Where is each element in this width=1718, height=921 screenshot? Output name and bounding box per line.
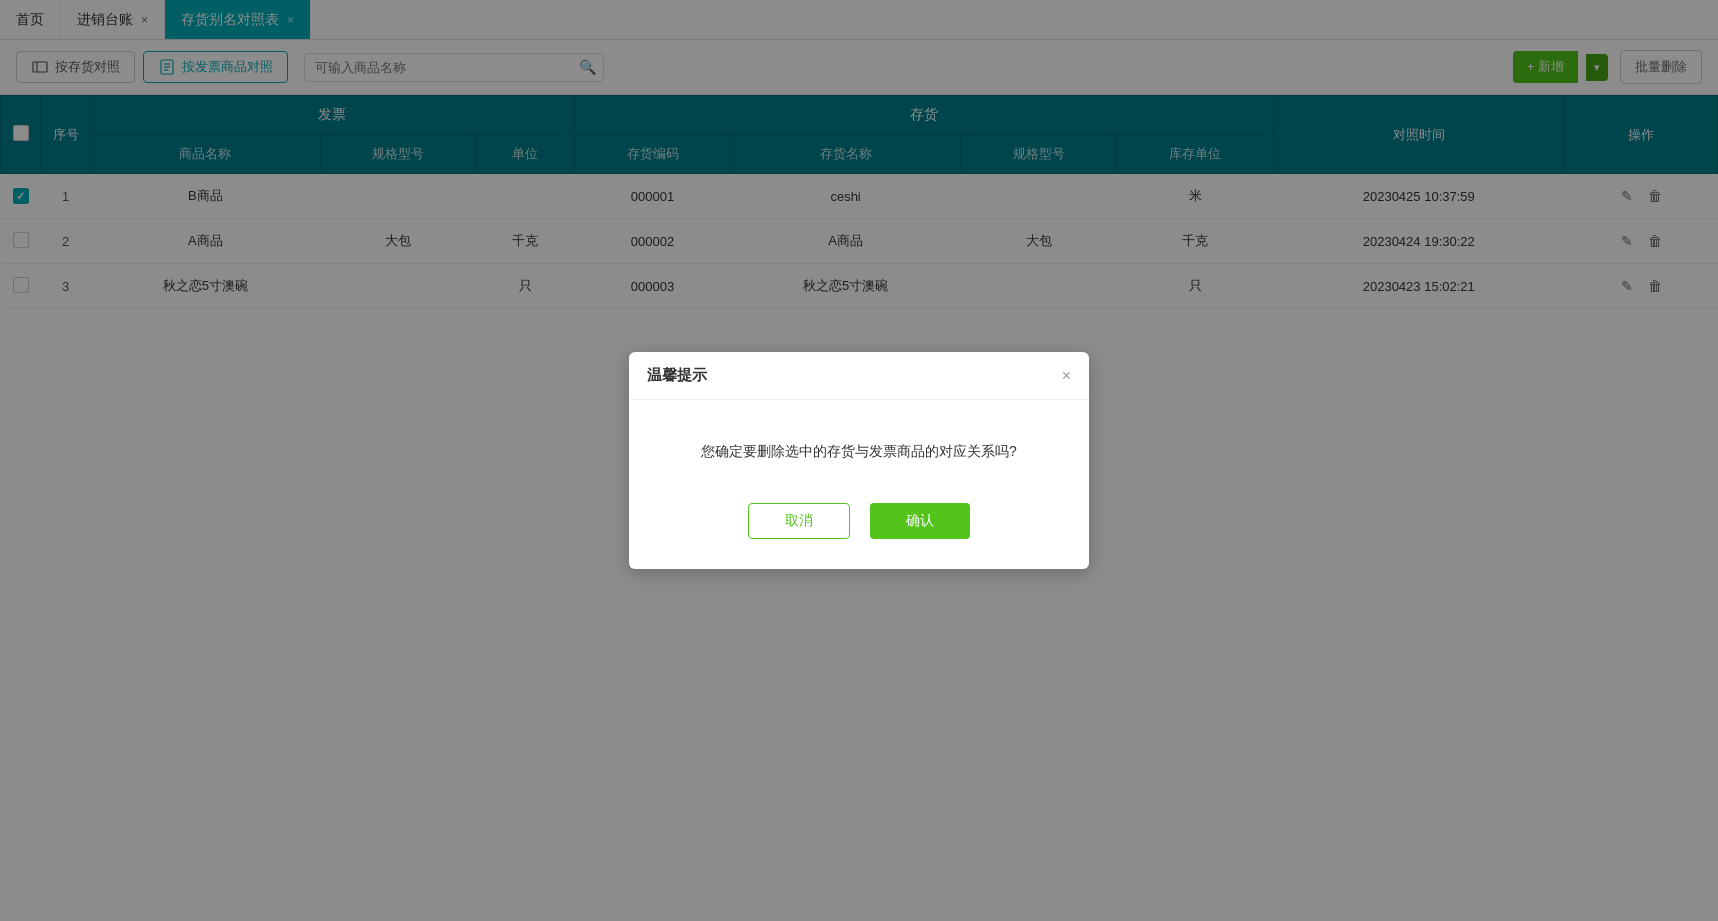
dialog-header: 温馨提示 ×: [629, 352, 1089, 400]
confirm-dialog: 温馨提示 × 您确定要删除选中的存货与发票商品的对应关系吗? 取消 确认: [629, 352, 1089, 568]
dialog-footer: 取消 确认: [629, 493, 1089, 569]
dialog-title: 温馨提示: [647, 366, 707, 385]
dialog-close-button[interactable]: ×: [1062, 368, 1071, 384]
btn-cancel[interactable]: 取消: [748, 503, 850, 539]
overlay: 温馨提示 × 您确定要删除选中的存货与发票商品的对应关系吗? 取消 确认: [0, 0, 1718, 921]
dialog-message: 您确定要删除选中的存货与发票商品的对应关系吗?: [701, 443, 1017, 459]
dialog-body: 您确定要删除选中的存货与发票商品的对应关系吗?: [629, 400, 1089, 492]
btn-confirm[interactable]: 确认: [870, 503, 970, 539]
